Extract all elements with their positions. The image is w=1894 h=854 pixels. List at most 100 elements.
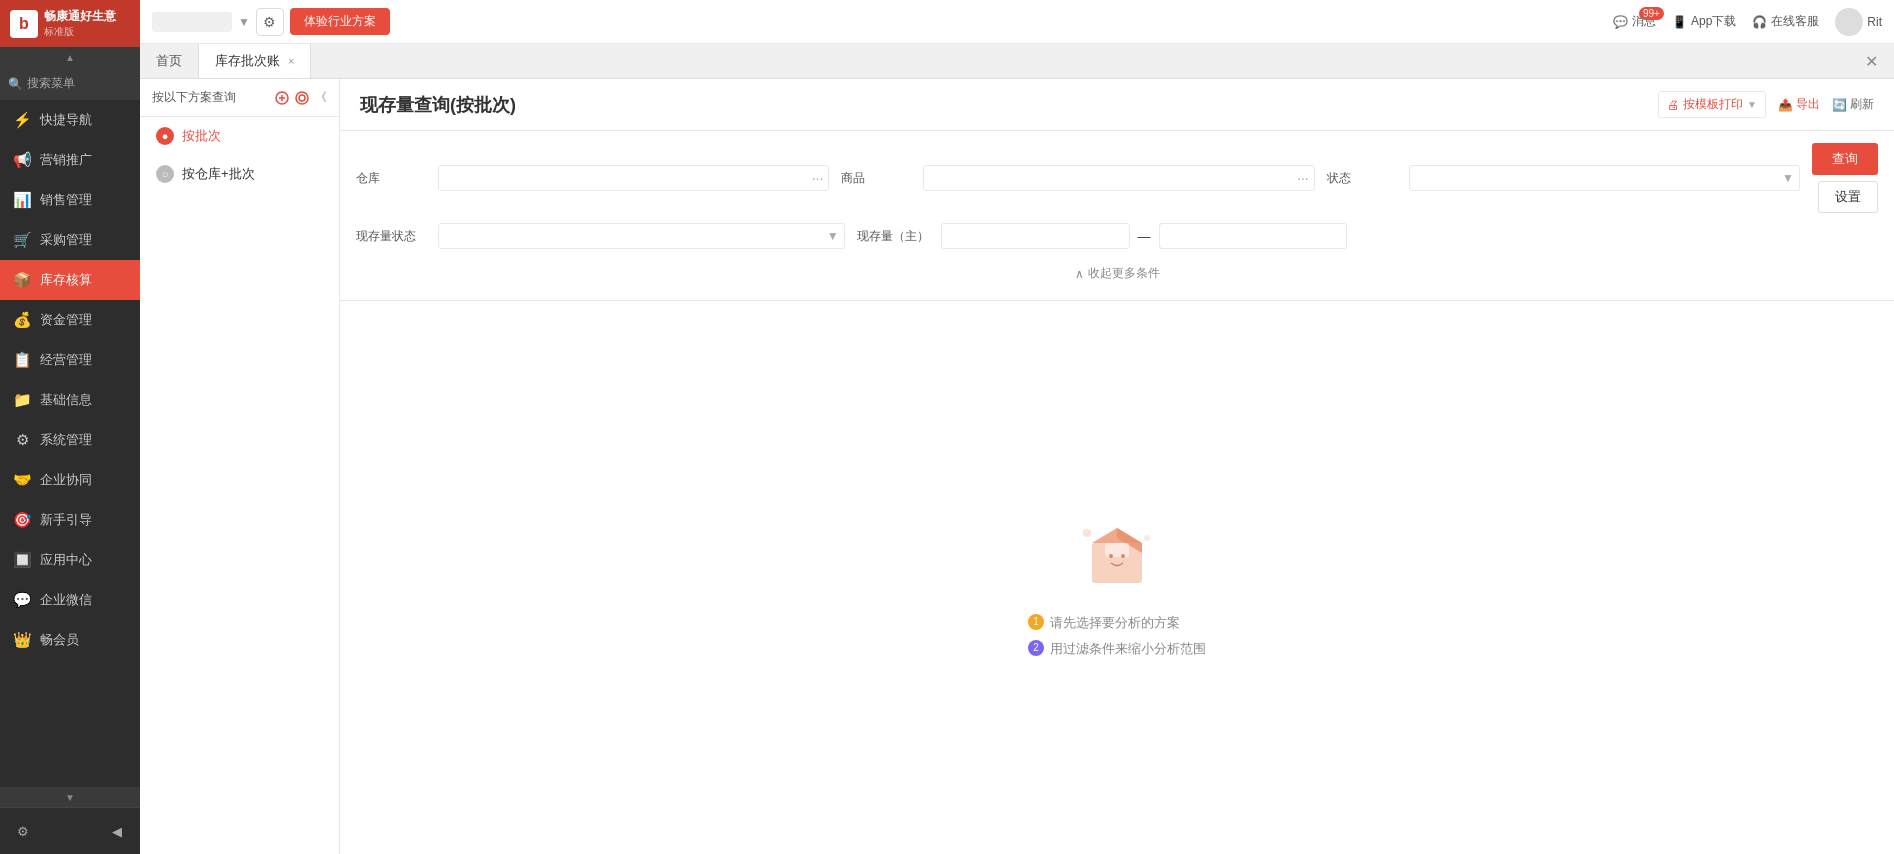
goods-filter-label: 商品	[841, 170, 911, 187]
tab-inventory-batch-label: 库存批次账	[215, 52, 280, 70]
svg-point-9	[1109, 554, 1113, 558]
scheme-by-warehouse-batch[interactable]: ○ 按仓库+批次	[140, 155, 339, 193]
sidebar-scroll-up[interactable]: ▲	[0, 47, 140, 67]
warehouse-input-wrap: ···	[438, 165, 829, 191]
settings-button[interactable]: 设置	[1818, 181, 1878, 213]
query-button[interactable]: 查询	[1812, 143, 1878, 175]
empty-tip-2: 2 用过滤条件来缩小分析范围	[1028, 640, 1206, 658]
status-select-wrap: ▼	[1409, 165, 1800, 191]
print-btn-label: 按模板打印	[1683, 96, 1743, 113]
user-menu[interactable]: Rit	[1835, 8, 1882, 36]
filter-actions: 查询 设置	[1812, 143, 1878, 213]
sidebar-item-label: 采购管理	[40, 231, 92, 249]
gear-button[interactable]: ⚙	[256, 8, 284, 36]
warehouse-input[interactable]	[438, 165, 829, 191]
sales-icon: 📊	[12, 190, 32, 210]
basic-icon: 📁	[12, 390, 32, 410]
sidebar-item-basic[interactable]: 📁 基础信息	[0, 380, 140, 420]
page-title: 现存量查询(按批次)	[360, 93, 516, 117]
empty-state: 1 请先选择要分析的方案 2 用过滤条件来缩小分析范围	[340, 301, 1894, 854]
right-panel: 现存量查询(按批次) 🖨 按模板打印 ▼ 📤 导出 🔄 刷新	[340, 79, 1894, 854]
sidebar-item-newbie[interactable]: 🎯 新手引导	[0, 500, 140, 540]
sidebar-item-sales[interactable]: 📊 销售管理	[0, 180, 140, 220]
plus-icon	[275, 91, 289, 105]
sidebar-settings-btn[interactable]: ⚙	[8, 816, 38, 846]
sidebar-item-apps[interactable]: 🔲 应用中心	[0, 540, 140, 580]
printer-icon: 🖨	[1667, 98, 1679, 112]
tab-home-label: 首页	[156, 52, 182, 70]
online-service-btn[interactable]: 🎧 在线客服	[1752, 13, 1819, 30]
enterprise-icon: 🤝	[12, 470, 32, 490]
sidebar-item-inventory[interactable]: 📦 库存核算	[0, 260, 140, 300]
sidebar-item-finance[interactable]: 💰 资金管理	[0, 300, 140, 340]
goods-input[interactable]	[923, 165, 1314, 191]
inventory-status-select[interactable]	[438, 223, 845, 249]
tab-close-icon[interactable]: ×	[288, 55, 294, 67]
tab-inventory-batch[interactable]: 库存批次账 ×	[199, 44, 311, 78]
tab-home[interactable]: 首页	[140, 44, 199, 78]
app-download-label: App下载	[1691, 13, 1736, 30]
online-service-label: 在线客服	[1771, 13, 1819, 30]
export-btn[interactable]: 📤 导出	[1778, 96, 1820, 113]
panel-close-button[interactable]: ✕	[1857, 48, 1886, 75]
scheme-by-batch[interactable]: ● 按批次	[140, 117, 339, 155]
sidebar-nav: ⚡ 快捷导航 📢 营销推广 📊 销售管理 🛒 采购管理 📦 库存核算 💰 资金管…	[0, 100, 140, 787]
print-template-btn[interactable]: 🖨 按模板打印 ▼	[1658, 91, 1766, 118]
status-filter-label: 状态	[1327, 170, 1397, 187]
collapse-more-btn[interactable]: ∧ 收起更多条件	[356, 259, 1878, 288]
tip-2-text: 用过滤条件来缩小分析范围	[1050, 640, 1206, 658]
warehouse-more-icon[interactable]: ···	[812, 170, 824, 186]
sidebar-search[interactable]: 🔍 搜索菜单	[0, 67, 140, 100]
tip-2-num: 2	[1028, 640, 1044, 656]
newbie-icon: 🎯	[12, 510, 32, 530]
quantity-from-input[interactable]	[941, 223, 1130, 249]
svg-point-10	[1121, 554, 1125, 558]
sidebar-item-purchase[interactable]: 🛒 采购管理	[0, 220, 140, 260]
goods-more-icon[interactable]: ···	[1297, 170, 1309, 186]
breadcrumb-chevron-icon[interactable]: ▼	[238, 15, 250, 29]
filter-row-2: 现存量状态 ▼ 现存量（主） —	[356, 223, 1878, 249]
sidebar-collapse-btn[interactable]: ◀	[102, 816, 132, 846]
scheme-settings-btn[interactable]	[295, 91, 309, 105]
sidebar-search-label: 搜索菜单	[27, 75, 75, 92]
status-select[interactable]	[1409, 165, 1800, 191]
refresh-btn[interactable]: 🔄 刷新	[1832, 96, 1874, 113]
scheme-inactive-icon: ○	[156, 165, 174, 183]
sidebar-item-enterprise[interactable]: 🤝 企业协同	[0, 460, 140, 500]
inventory-icon: 📦	[12, 270, 32, 290]
app-logo: b	[10, 10, 38, 38]
breadcrumb-input[interactable]	[152, 12, 232, 32]
sidebar-item-system[interactable]: ⚙ 系统管理	[0, 420, 140, 460]
sidebar-item-wechat[interactable]: 💬 企业微信	[0, 580, 140, 620]
sidebar-item-quick-nav[interactable]: ⚡ 快捷导航	[0, 100, 140, 140]
quantity-filter-label: 现存量（主）	[857, 228, 929, 245]
sidebar-item-operation[interactable]: 📋 经营管理	[0, 340, 140, 380]
left-panel-collapse-btn[interactable]: 《	[315, 89, 327, 106]
sidebar-item-marketing[interactable]: 📢 营销推广	[0, 140, 140, 180]
empty-svg	[1067, 498, 1167, 598]
trial-industry-button[interactable]: 体验行业方案	[290, 8, 390, 35]
messages-btn[interactable]: 💬 消息 99+	[1613, 13, 1656, 30]
collapse-icon: ◀	[112, 824, 122, 839]
sidebar-footer: ⚙ ◀	[0, 807, 140, 854]
user-name: Rit	[1867, 15, 1882, 29]
message-badge: 99+	[1639, 7, 1664, 20]
sidebar-item-label: 销售管理	[40, 191, 92, 209]
sidebar-item-label: 企业协同	[40, 471, 92, 489]
left-panel: 按以下方案查询 《	[140, 79, 340, 854]
quantity-filter-wrap: —	[941, 223, 1348, 249]
empty-tips: 1 请先选择要分析的方案 2 用过滤条件来缩小分析范围	[1028, 614, 1206, 658]
add-scheme-btn[interactable]	[275, 91, 289, 105]
app-download-btn[interactable]: 📱 App下载	[1672, 13, 1736, 30]
quantity-to-input[interactable]	[1159, 223, 1348, 249]
left-panel-icons: 《	[275, 89, 327, 106]
top-bar-right: 💬 消息 99+ 📱 App下载 🎧 在线客服 Rit	[1613, 8, 1882, 36]
content-area: 按以下方案查询 《	[140, 79, 1894, 854]
search-icon: 🔍	[8, 77, 23, 91]
sidebar-item-member[interactable]: 👑 畅会员	[0, 620, 140, 660]
edition-label: 标准版	[44, 25, 116, 39]
scheme-by-warehouse-batch-label: 按仓库+批次	[182, 165, 255, 183]
sidebar-scroll-down[interactable]: ▼	[0, 787, 140, 807]
left-panel-header: 按以下方案查询 《	[140, 79, 339, 117]
svg-rect-8	[1105, 543, 1129, 557]
